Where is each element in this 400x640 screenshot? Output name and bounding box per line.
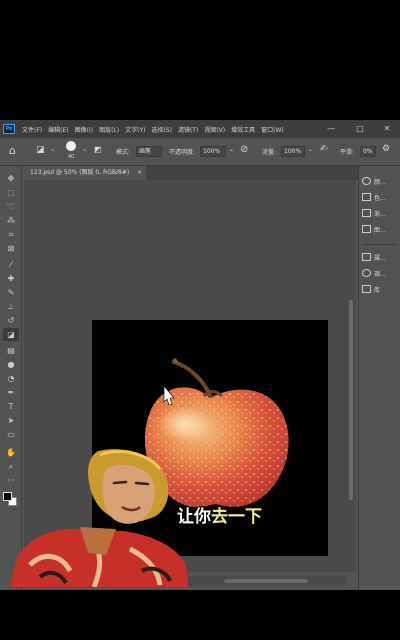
smoothing-options-icon[interactable]: ⚙: [382, 144, 390, 154]
menu-type[interactable]: 文字(Y): [122, 125, 148, 134]
brush-tool-icon[interactable]: ✎: [3, 286, 19, 299]
brush-preview-icon[interactable]: [66, 141, 76, 151]
eyedropper-tool-icon[interactable]: ⁄: [3, 258, 19, 271]
lasso-tool-icon[interactable]: ➰: [3, 200, 19, 213]
document-tab-title: 123.psd @ 50% (图层 0, RGB/8#): [30, 169, 130, 176]
vertical-scroll-thumb[interactable]: [349, 300, 353, 500]
healing-tool-icon[interactable]: ✚: [3, 272, 19, 285]
panel-patterns[interactable]: 图...: [362, 224, 400, 237]
pattern-icon: [362, 225, 371, 233]
pen-tool-icon[interactable]: ✒: [3, 386, 19, 399]
chevron-down-icon[interactable]: ⌄: [308, 146, 313, 153]
brush-settings-icon[interactable]: ◩: [94, 145, 102, 154]
panel-label: 库: [374, 287, 381, 294]
document-tab-bar: 123.psd @ 50% (图层 0, RGB/8#) ×: [24, 166, 358, 180]
panel-color[interactable]: 颜...: [362, 176, 400, 189]
panel-label: 调...: [374, 271, 386, 278]
brush-size-value: 40: [68, 154, 75, 160]
vertical-scrollbar[interactable]: [346, 180, 356, 572]
mode-label: 模式:: [116, 149, 131, 156]
opacity-label: 不透明度:: [169, 149, 196, 156]
menu-filter[interactable]: 滤镜(T): [175, 125, 201, 134]
maximize-button[interactable]: □: [347, 120, 373, 138]
gradient-icon: [362, 209, 371, 217]
history-brush-tool-icon[interactable]: ↺: [3, 314, 19, 327]
mode-select[interactable]: 画笔: [136, 146, 162, 157]
panel-swatches[interactable]: 色...: [362, 192, 400, 205]
close-tab-icon[interactable]: ×: [137, 166, 142, 180]
flow-label: 流量:: [262, 149, 277, 156]
stamp-tool-icon[interactable]: ⊥: [3, 300, 19, 313]
marquee-tool-icon[interactable]: ⬚: [3, 186, 19, 199]
gradient-tool-icon[interactable]: ▤: [3, 344, 19, 357]
adjustments-icon: [362, 269, 371, 277]
minimize-button[interactable]: —: [318, 120, 344, 138]
caption-part-2-highlight: 去一下: [211, 507, 262, 527]
eraser-preset-icon[interactable]: ◪: [36, 145, 45, 155]
palette-icon: [362, 177, 371, 185]
smoothing-label: 平滑:: [340, 149, 355, 156]
photoshop-logo: Ps: [3, 124, 15, 134]
menu-layer[interactable]: 图层(L): [96, 125, 122, 134]
grid-icon: [362, 193, 371, 201]
crop-tool-icon[interactable]: ⌗: [3, 228, 19, 241]
panel-label: 渐...: [374, 211, 386, 218]
menu-image[interactable]: 图像(I): [72, 125, 96, 134]
close-window-button[interactable]: ✕: [374, 120, 400, 138]
panel-dock: 颜... 色... 渐... 图... 属... 调... 库: [358, 166, 400, 590]
chevron-down-icon[interactable]: ⌄: [50, 146, 55, 153]
panel-adjustments[interactable]: 调...: [362, 268, 400, 281]
pressure-opacity-icon[interactable]: ⊘: [240, 144, 248, 155]
menu-file[interactable]: 文件(F): [19, 125, 45, 134]
path-select-tool-icon[interactable]: ➤: [3, 414, 19, 427]
horizontal-scroll-thumb[interactable]: [224, 579, 308, 583]
panel-gradients[interactable]: 渐...: [362, 208, 400, 221]
meme-character-image: [10, 449, 188, 587]
move-tool-icon[interactable]: ✥: [3, 172, 19, 185]
shape-tool-icon[interactable]: ▭: [3, 428, 19, 441]
quick-select-tool-icon[interactable]: ⁂: [3, 214, 19, 227]
panel-divider: [362, 244, 396, 245]
video-caption: 让你去一下: [177, 502, 262, 527]
panel-properties[interactable]: 属...: [362, 252, 400, 265]
menu-plugins[interactable]: 增效工具: [228, 125, 258, 134]
blur-tool-icon[interactable]: ●: [3, 358, 19, 371]
chevron-down-icon[interactable]: ⌄: [229, 146, 234, 153]
menu-bar: Ps 文件(F) 编辑(E) 图像(I) 图层(L) 文字(Y) 选择(S) 滤…: [0, 120, 400, 138]
smoothing-field[interactable]: 0%: [360, 146, 376, 157]
document-tab[interactable]: 123.psd @ 50% (图层 0, RGB/8#) ×: [24, 166, 146, 180]
library-icon: [362, 285, 371, 293]
properties-icon: [362, 253, 371, 261]
menu-view[interactable]: 视图(V): [201, 125, 228, 134]
flow-field[interactable]: 100%: [281, 146, 305, 157]
frame-tool-icon[interactable]: ⊠: [3, 242, 19, 255]
menu-select[interactable]: 选择(S): [148, 125, 175, 134]
chevron-down-icon[interactable]: ⌄: [82, 146, 87, 153]
panel-label: 颜...: [374, 179, 386, 186]
panel-label: 图...: [374, 227, 386, 234]
eraser-tool-icon[interactable]: ◪: [3, 328, 19, 341]
text-tool-icon[interactable]: T: [3, 400, 19, 413]
home-icon[interactable]: ⌂: [9, 144, 16, 157]
video-frame: Ps 文件(F) 编辑(E) 图像(I) 图层(L) 文字(Y) 选择(S) 滤…: [0, 0, 400, 640]
menu-window[interactable]: 窗口(W): [258, 125, 287, 134]
airbrush-icon[interactable]: ✍: [320, 144, 328, 154]
caption-part-1: 让你: [177, 507, 211, 527]
panel-libraries[interactable]: 库: [362, 284, 400, 297]
panel-label: 属...: [374, 255, 386, 262]
menu-edit[interactable]: 编辑(E): [45, 125, 71, 134]
options-bar: ⌂ ◪ ⌄ 40 ⌄ ◩ 模式: 画笔 不透明度: 100% ⌄ ⊘ 流量: 1…: [0, 138, 400, 166]
opacity-field[interactable]: 100%: [200, 146, 226, 157]
panel-label: 色...: [374, 195, 386, 202]
dodge-tool-icon[interactable]: ◔: [3, 372, 19, 385]
